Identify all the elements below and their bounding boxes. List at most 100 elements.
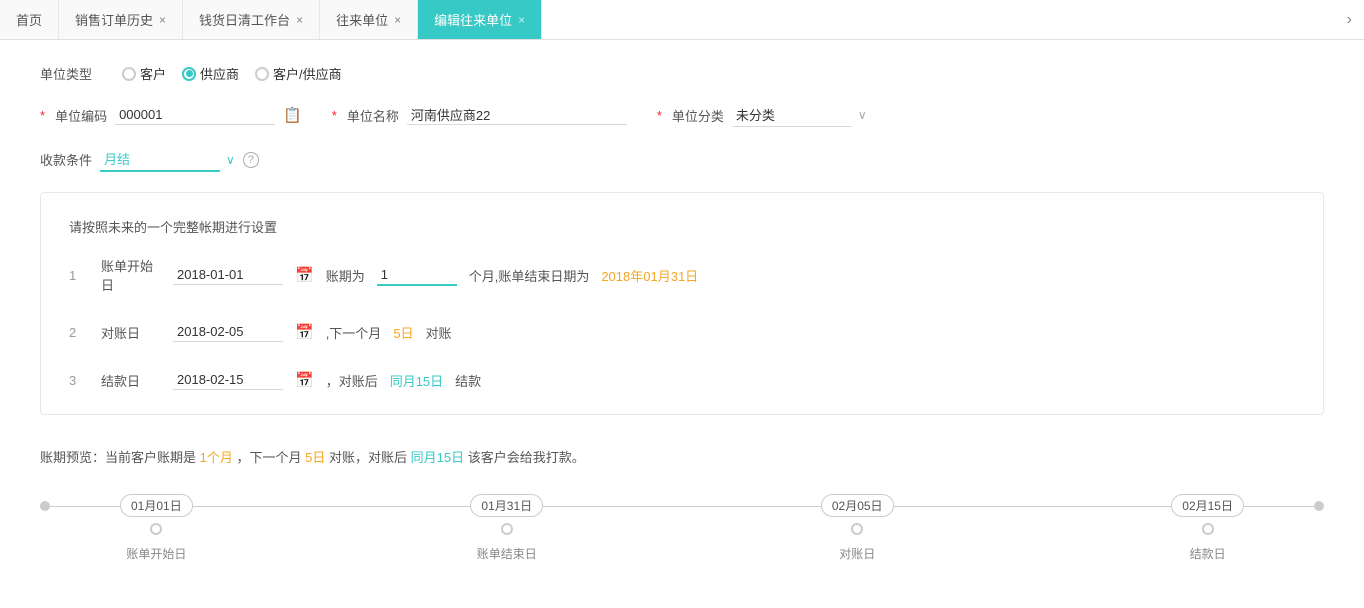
tab-edit-partner-close[interactable]: × bbox=[518, 13, 525, 27]
tab-sales-history-close[interactable]: × bbox=[159, 13, 166, 27]
unit-code-star: * bbox=[40, 108, 45, 123]
payment-terms-chevron-icon[interactable]: ∨ bbox=[226, 153, 235, 167]
unit-type-radio-group: 客户 供应商 客户/供应商 bbox=[122, 64, 342, 83]
node-badge-2: 02月05日 bbox=[821, 494, 894, 517]
preview-part2: 5日 bbox=[305, 450, 325, 465]
radio-customer-supplier-circle bbox=[255, 67, 269, 81]
main-content: 单位类型 客户 供应商 客户/供应商 * 单位编码 📋 bbox=[0, 40, 1364, 608]
row-1-period-suffix: 个月,账单结束日期为 bbox=[469, 266, 590, 285]
unit-category-value: 未分类 bbox=[732, 103, 852, 127]
payment-terms-select[interactable]: 月结 ∨ bbox=[100, 147, 235, 172]
tab-edit-partner[interactable]: 编辑往来单位 × bbox=[418, 0, 542, 39]
payment-terms-label: 收款条件 bbox=[40, 150, 92, 169]
tab-sales-history-label: 销售订单历史 bbox=[75, 10, 153, 29]
tab-partner-units[interactable]: 往来单位 × bbox=[320, 0, 418, 39]
preview-part1: 1个月 bbox=[200, 450, 233, 465]
timeline-node-2: 02月05日 对账日 bbox=[821, 494, 894, 562]
unit-type-label: 单位类型 bbox=[40, 64, 92, 83]
row-3-highlight: 同月15日 bbox=[390, 371, 443, 390]
unit-code-field: * 单位编码 📋 bbox=[40, 105, 302, 125]
unit-name-field: * 单位名称 bbox=[332, 105, 627, 125]
timeline-node-0: 01月01日 账单开始日 bbox=[120, 494, 193, 562]
unit-category-select[interactable]: 未分类 ∨ bbox=[732, 103, 867, 127]
setting-row-1: 1 账单开始日 2018-01-01 📅 账期为 个月,账单结束日期为 2018… bbox=[69, 256, 1295, 294]
tab-more-button[interactable]: › bbox=[1335, 0, 1364, 39]
row-1-num: 1 bbox=[69, 268, 89, 283]
row-3-num: 3 bbox=[69, 373, 89, 388]
unit-category-field: * 单位分类 未分类 ∨ bbox=[657, 103, 867, 127]
row-2-num: 2 bbox=[69, 325, 89, 340]
radio-supplier-label: 供应商 bbox=[200, 64, 239, 83]
node-sublabel-1: 账单结束日 bbox=[477, 545, 537, 562]
unit-name-input[interactable] bbox=[407, 105, 627, 125]
radio-customer-supplier[interactable]: 客户/供应商 bbox=[255, 64, 342, 83]
unit-category-label: 单位分类 bbox=[672, 106, 724, 125]
row-3-suffix-before: ，对账后 bbox=[326, 371, 378, 390]
setting-row-3: 3 结款日 2018-02-15 📅 ，对账后 同月15日 结款 bbox=[69, 370, 1295, 390]
node-sublabel-2: 对账日 bbox=[839, 545, 875, 562]
radio-customer-circle bbox=[122, 67, 136, 81]
tab-partner-units-close[interactable]: × bbox=[394, 13, 401, 27]
preview-section: 账期预览：当前客户账期是 1个月 ，下一个月 5日 对账，对账后 同月15日 该… bbox=[40, 435, 1324, 574]
tab-sales-history[interactable]: 销售订单历史 × bbox=[59, 0, 183, 39]
radio-customer[interactable]: 客户 bbox=[122, 64, 166, 83]
row-1-end-date: 2018年01月31日 bbox=[601, 266, 698, 285]
radio-customer-label: 客户 bbox=[140, 64, 166, 83]
payment-terms-field: 收款条件 月结 ∨ ? bbox=[40, 147, 259, 172]
node-dot-1 bbox=[501, 523, 513, 535]
timeline: 01月01日 账单开始日 01月31日 账单结束日 02月05日 对账日 02月… bbox=[40, 494, 1324, 562]
tab-partner-units-label: 往来单位 bbox=[336, 10, 388, 29]
timeline-node-1: 01月31日 账单结束日 bbox=[470, 494, 543, 562]
row-2-label: 对账日 bbox=[101, 323, 161, 342]
tab-cash-workbench-close[interactable]: × bbox=[296, 13, 303, 27]
radio-supplier[interactable]: 供应商 bbox=[182, 64, 239, 83]
row-2-calendar-icon[interactable]: 📅 bbox=[295, 323, 314, 341]
tab-cash-workbench-label: 钱货日清工作台 bbox=[199, 10, 290, 29]
timeline-node-3: 02月15日 结款日 bbox=[1171, 494, 1244, 562]
row-2-highlight: 5日 bbox=[393, 323, 413, 342]
unit-type-field: 单位类型 bbox=[40, 64, 92, 83]
settings-title: 请按照未来的一个完整帐期进行设置 bbox=[69, 217, 1295, 236]
row-1-label: 账单开始日 bbox=[101, 256, 161, 294]
tab-home-label: 首页 bbox=[16, 10, 42, 29]
row-2-suffix-after: 对账 bbox=[426, 323, 452, 342]
node-badge-3: 02月15日 bbox=[1171, 494, 1244, 517]
unit-info-row: * 单位编码 📋 * 单位名称 * 单位分类 未分类 ∨ bbox=[40, 103, 1324, 127]
tab-bar: 首页 销售订单历史 × 钱货日清工作台 × 往来单位 × 编辑往来单位 × › bbox=[0, 0, 1364, 40]
unit-name-star: * bbox=[332, 108, 337, 123]
unit-category-chevron-icon[interactable]: ∨ bbox=[858, 108, 867, 122]
timeline-right-dot bbox=[1314, 501, 1324, 511]
unit-code-calendar-icon[interactable]: 📋 bbox=[283, 106, 302, 124]
preview-part3: 同月15日 bbox=[411, 450, 464, 465]
row-2-suffix-before: ,下一个月 bbox=[326, 323, 382, 342]
help-icon[interactable]: ? bbox=[243, 152, 259, 168]
tab-home[interactable]: 首页 bbox=[0, 0, 59, 39]
row-1-period-prefix: 账期为 bbox=[326, 266, 365, 285]
payment-terms-row: 收款条件 月结 ∨ ? bbox=[40, 147, 1324, 172]
unit-type-row: 单位类型 客户 供应商 客户/供应商 bbox=[40, 64, 1324, 83]
row-1-period-input[interactable] bbox=[377, 265, 457, 286]
node-dot-3 bbox=[1202, 523, 1214, 535]
preview-label: 账期预览：当前客户账期是 bbox=[40, 450, 196, 465]
unit-code-input[interactable] bbox=[115, 105, 275, 125]
radio-customer-supplier-label: 客户/供应商 bbox=[273, 64, 342, 83]
timeline-left-dot bbox=[40, 501, 50, 511]
settings-box: 请按照未来的一个完整帐期进行设置 1 账单开始日 2018-01-01 📅 账期… bbox=[40, 192, 1324, 415]
node-badge-1: 01月31日 bbox=[470, 494, 543, 517]
row-3-suffix-after: 结款 bbox=[455, 371, 481, 390]
unit-code-label: 单位编码 bbox=[55, 106, 107, 125]
radio-supplier-circle bbox=[182, 67, 196, 81]
row-3-date: 2018-02-15 bbox=[173, 370, 283, 390]
row-3-calendar-icon[interactable]: 📅 bbox=[295, 371, 314, 389]
preview-suffix: 该客户会给我打款。 bbox=[468, 450, 585, 465]
node-sublabel-3: 结款日 bbox=[1190, 545, 1226, 562]
row-1-calendar-icon[interactable]: 📅 bbox=[295, 266, 314, 284]
unit-name-label: 单位名称 bbox=[347, 106, 399, 125]
preview-text: 账期预览：当前客户账期是 1个月 ，下一个月 5日 对账，对账后 同月15日 该… bbox=[40, 447, 1324, 466]
unit-category-star: * bbox=[657, 108, 662, 123]
tab-cash-workbench[interactable]: 钱货日清工作台 × bbox=[183, 0, 320, 39]
node-dot-0 bbox=[150, 523, 162, 535]
radio-supplier-dot bbox=[186, 70, 193, 77]
payment-terms-value: 月结 bbox=[100, 147, 220, 172]
setting-row-2: 2 对账日 2018-02-05 📅 ,下一个月 5日 对账 bbox=[69, 322, 1295, 342]
